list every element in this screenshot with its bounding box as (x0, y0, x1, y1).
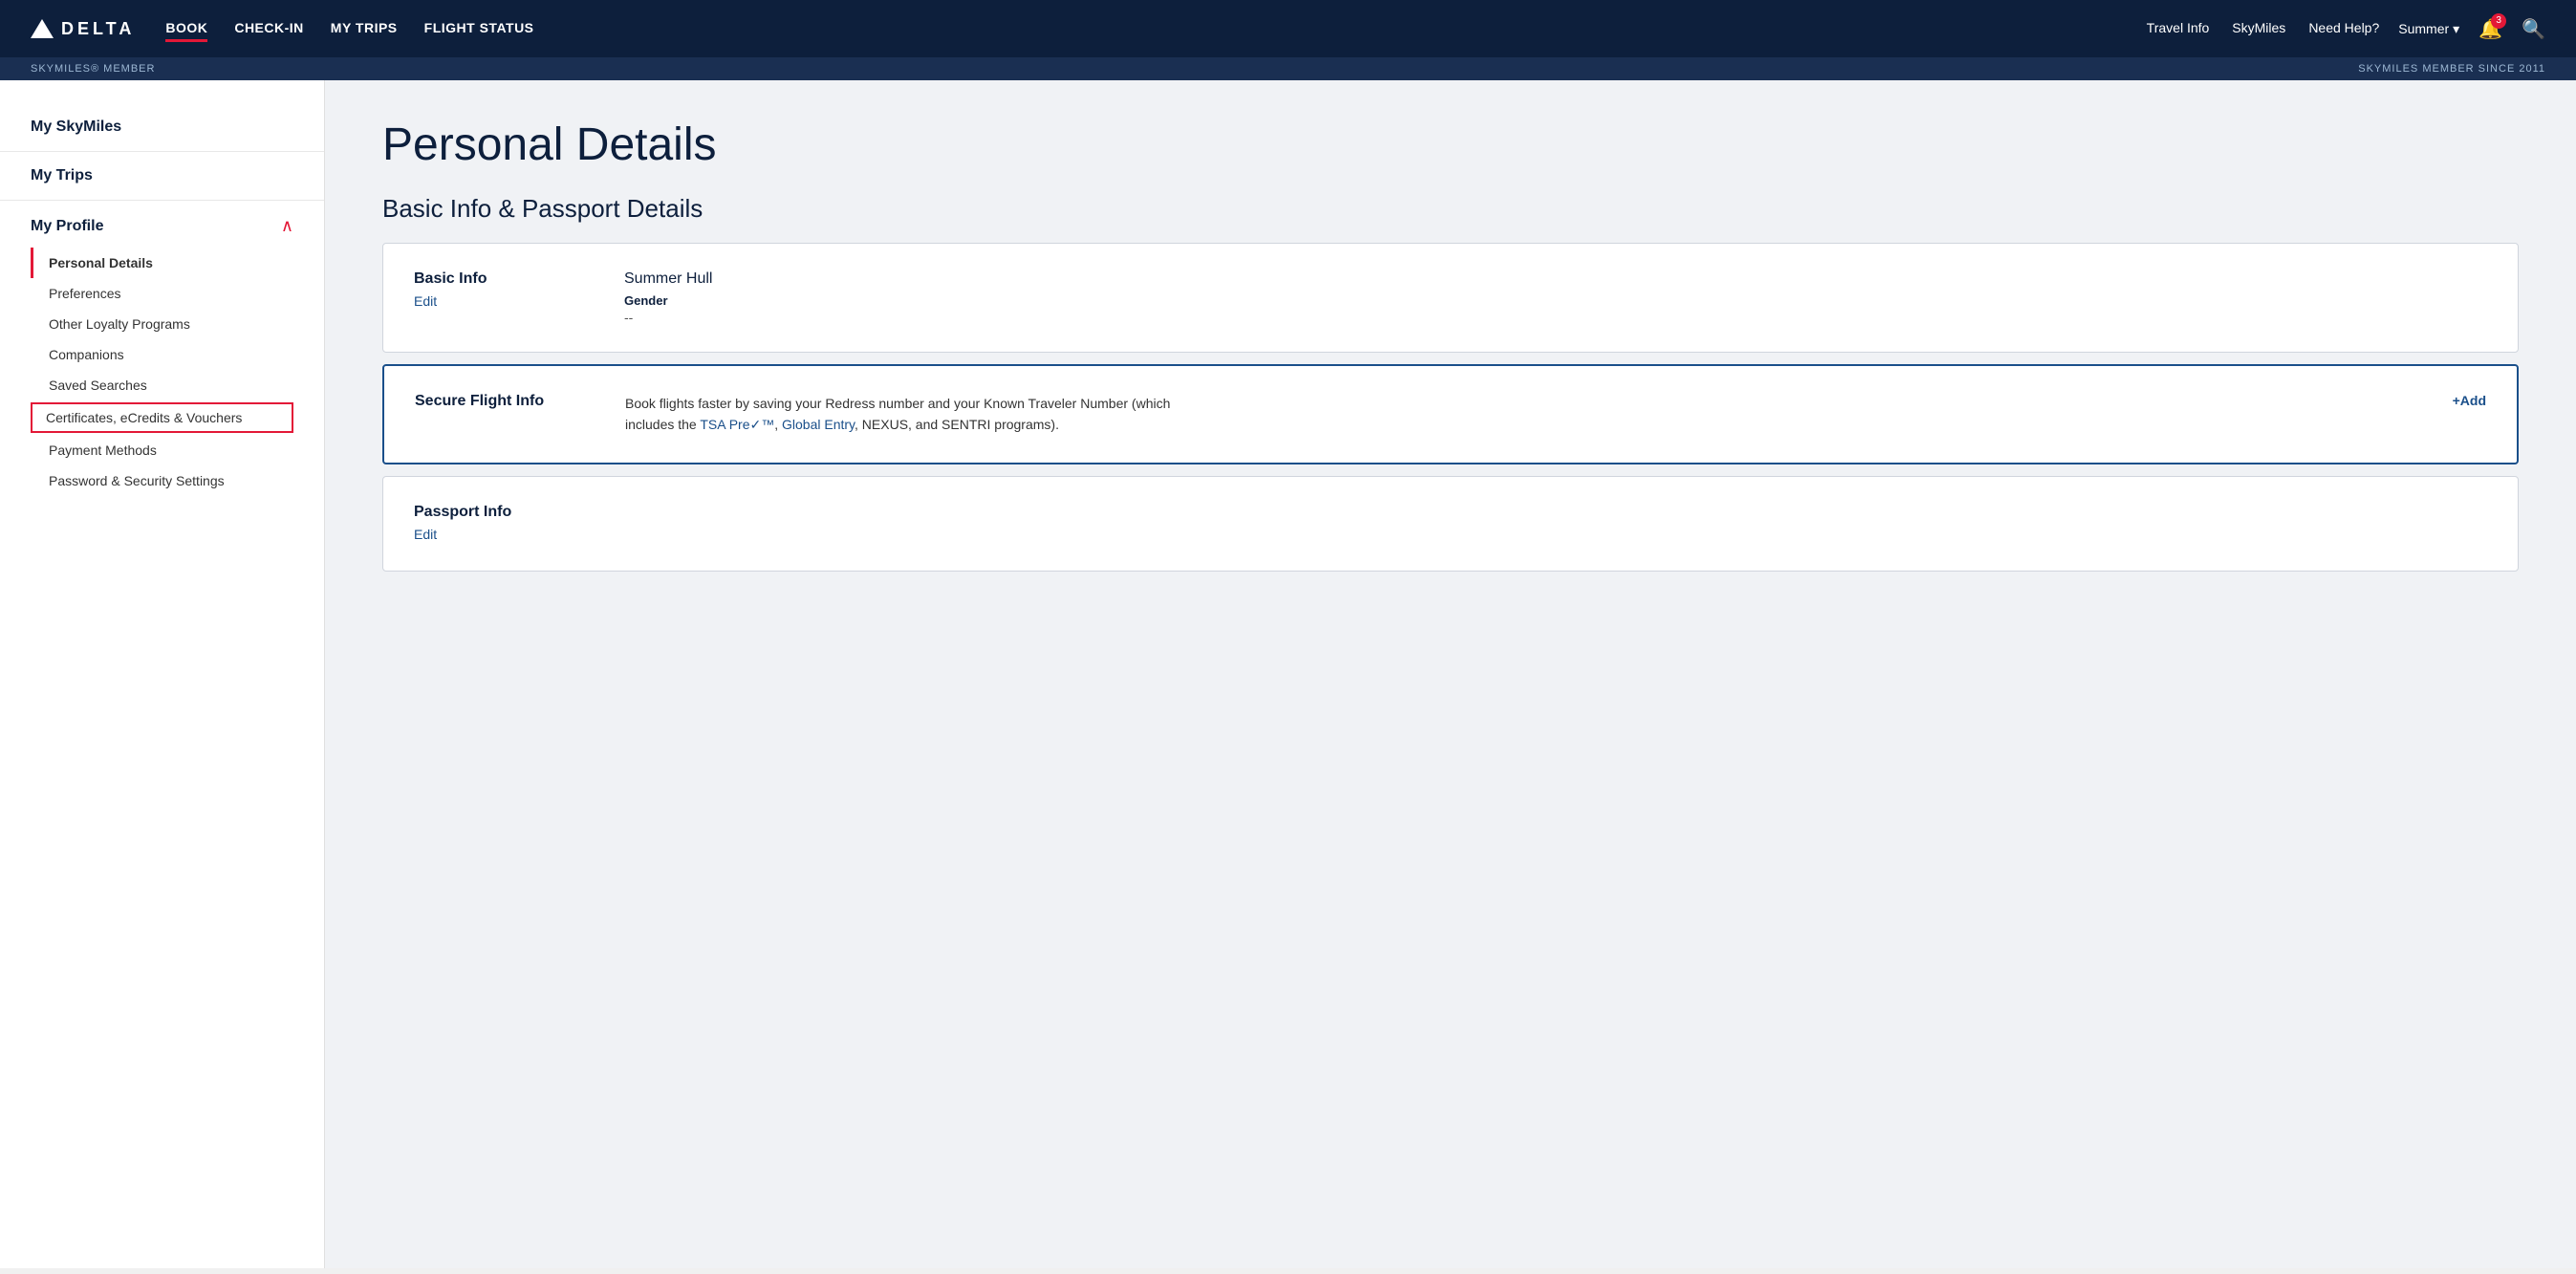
delta-triangle-icon (31, 19, 54, 38)
passport-info-label-col: Passport Info Edit (414, 504, 624, 544)
passport-info-card: Passport Info Edit (382, 476, 2519, 572)
main-layout: My SkyMiles My Trips My Profile ∧ Person… (0, 80, 2576, 1268)
nav-item-mytrips[interactable]: MY TRIPS (331, 20, 398, 37)
secure-flight-description: Book flights faster by saving your Redre… (625, 393, 1180, 436)
secure-flight-add-button[interactable]: +Add (2453, 393, 2486, 408)
nav-right-section: Travel Info SkyMiles Need Help? Summer ▾… (2147, 17, 2545, 41)
nav-item-flightstatus[interactable]: FLIGHT STATUS (424, 20, 534, 37)
sidebar-item-payment-methods[interactable]: Payment Methods (31, 435, 293, 465)
page-title: Personal Details (382, 119, 2519, 171)
sidebar-item-companions[interactable]: Companions (31, 339, 293, 370)
primary-nav-links: BOOK CHECK-IN MY TRIPS FLIGHT STATUS (165, 20, 533, 37)
basic-info-edit-link[interactable]: Edit (414, 293, 437, 309)
sidebar-my-skymiles[interactable]: My SkyMiles (31, 119, 293, 136)
secure-flight-label-col: Secure Flight Info (415, 393, 625, 416)
member-status-left: SKYMILES® MEMBER (31, 63, 155, 75)
sidebar: My SkyMiles My Trips My Profile ∧ Person… (0, 80, 325, 1268)
sidebar-trips-section: My Trips (0, 152, 324, 201)
passport-edit-link[interactable]: Edit (414, 527, 437, 542)
member-since-right: SKYMILES MEMBER SINCE 2011 (2358, 63, 2545, 75)
nav-item-checkin[interactable]: CHECK-IN (234, 20, 303, 37)
basic-info-label-col: Basic Info Edit (414, 270, 624, 311)
main-content: Personal Details Basic Info & Passport D… (325, 80, 2576, 1268)
basic-info-content: Summer Hull Gender -- (624, 270, 2487, 325)
search-button[interactable]: 🔍 (2522, 17, 2545, 41)
nav-item-needhelp[interactable]: Need Help? (2308, 20, 2379, 37)
secure-flight-card: Secure Flight Info Book flights faster b… (382, 364, 2519, 464)
nav-item-book[interactable]: BOOK (165, 20, 207, 37)
secondary-nav-links: Travel Info SkyMiles Need Help? (2147, 20, 2380, 37)
search-icon: 🔍 (2522, 19, 2545, 40)
tsa-pre-link[interactable]: TSA Pre✓™ (700, 417, 774, 432)
sidebar-skymiles-section: My SkyMiles (0, 103, 324, 152)
top-navigation: DELTA BOOK CHECK-IN MY TRIPS FLIGHT STAT… (0, 0, 2576, 57)
member-bar: SKYMILES® MEMBER SKYMILES MEMBER SINCE 2… (0, 57, 2576, 80)
gender-value: -- (624, 310, 2487, 325)
chevron-down-icon: ▾ (2453, 21, 2459, 37)
sidebar-item-password-security[interactable]: Password & Security Settings (31, 465, 293, 496)
nav-item-travelinfo[interactable]: Travel Info (2147, 20, 2210, 37)
sidebar-item-certificates[interactable]: Certificates, eCredits & Vouchers (31, 402, 293, 433)
sidebar-item-saved-searches[interactable]: Saved Searches (31, 370, 293, 400)
sidebar-item-other-loyalty[interactable]: Other Loyalty Programs (31, 309, 293, 339)
secure-flight-content: Book flights faster by saving your Redre… (625, 393, 2453, 436)
logo-text: DELTA (61, 19, 135, 39)
sidebar-my-profile: My Profile (31, 218, 103, 235)
user-full-name: Summer Hull (624, 270, 2487, 288)
sidebar-my-trips[interactable]: My Trips (31, 167, 293, 184)
sidebar-profile-section: My Profile ∧ Personal Details Preference… (0, 201, 324, 504)
basic-info-card: Basic Info Edit Summer Hull Gender -- (382, 243, 2519, 353)
section-title: Basic Info & Passport Details (382, 194, 2519, 224)
chevron-up-icon: ∧ (281, 216, 293, 236)
sidebar-item-personal-details[interactable]: Personal Details (31, 248, 293, 278)
secure-flight-label: Secure Flight Info (415, 393, 625, 410)
user-name-text: Summer (2398, 21, 2449, 36)
basic-info-label: Basic Info (414, 270, 624, 288)
nav-item-skymiles[interactable]: SkyMiles (2232, 20, 2285, 37)
notification-count: 3 (2491, 13, 2506, 29)
user-menu[interactable]: Summer ▾ (2398, 21, 2459, 37)
sidebar-profile-menu: Personal Details Preferences Other Loyal… (31, 248, 293, 496)
sidebar-item-preferences[interactable]: Preferences (31, 278, 293, 309)
gender-label: Gender (624, 293, 2487, 308)
global-entry-link[interactable]: Global Entry (782, 417, 855, 432)
delta-logo[interactable]: DELTA (31, 19, 135, 39)
passport-info-label: Passport Info (414, 504, 624, 521)
notifications-button[interactable]: 🔔 3 (2479, 17, 2502, 41)
sidebar-profile-header[interactable]: My Profile ∧ (31, 216, 293, 236)
